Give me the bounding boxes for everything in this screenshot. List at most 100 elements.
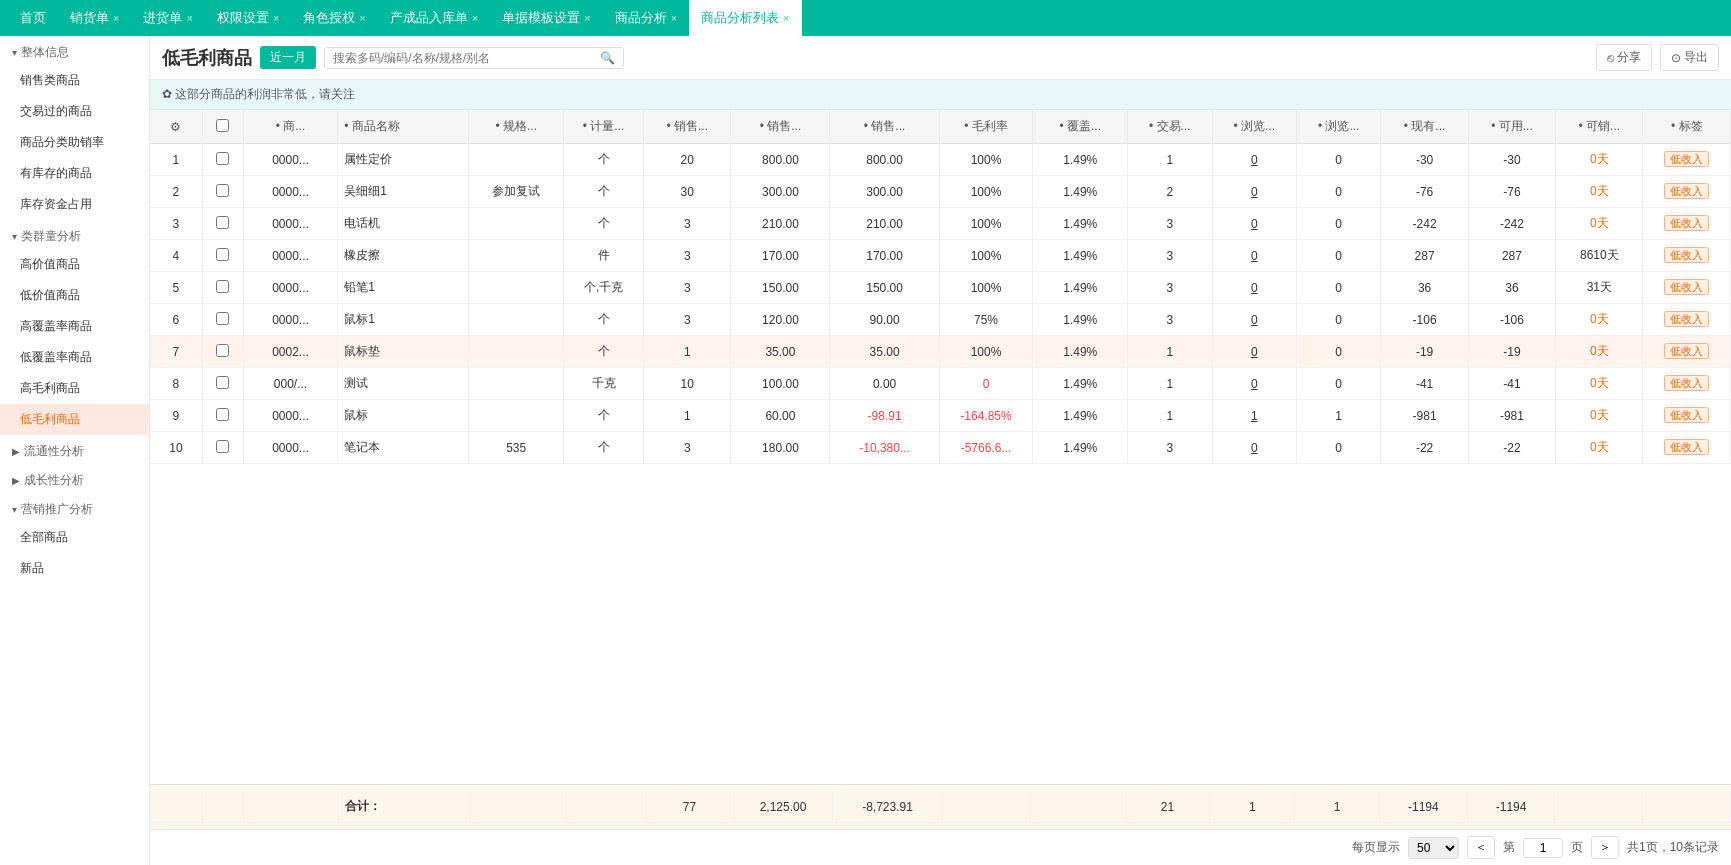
nav-item-sales[interactable]: 销货单 ×	[58, 0, 131, 36]
nav-item-product-in[interactable]: 产成品入库单 ×	[378, 0, 490, 36]
row-tag: 低收入	[1643, 400, 1731, 432]
close-icon[interactable]: ×	[273, 12, 279, 24]
sidebar-item-high-coverage[interactable]: 高覆盖率商品	[0, 311, 149, 342]
sidebar-item-low-value[interactable]: 低价值商品	[0, 280, 149, 311]
close-icon[interactable]: ×	[359, 12, 365, 24]
row-view1[interactable]: 0	[1212, 144, 1296, 176]
export-button[interactable]: ⊙ 导出	[1660, 44, 1719, 71]
sidebar-item-new-products[interactable]: 新品	[0, 553, 149, 584]
sidebar-item-traded-products[interactable]: 交易过的商品	[0, 96, 149, 127]
margin-col-header[interactable]: • 毛利率	[939, 110, 1033, 144]
nav-item-permission[interactable]: 权限设置 ×	[205, 0, 291, 36]
row-check[interactable]	[202, 208, 243, 240]
stock-col-header[interactable]: • 现有...	[1381, 110, 1468, 144]
time-filter-button[interactable]: 近一月	[260, 46, 316, 69]
page-size-select[interactable]: 50 20 100	[1408, 837, 1459, 859]
row-view1[interactable]: 0	[1212, 304, 1296, 336]
row-check[interactable]	[202, 400, 243, 432]
row-check[interactable]	[202, 144, 243, 176]
row-view1[interactable]: 0	[1212, 432, 1296, 464]
unit-col-header[interactable]: • 计量...	[564, 110, 644, 144]
sidebar-group-cluster[interactable]: ▾ 类群童分析	[0, 220, 149, 249]
row-margin: 100%	[939, 144, 1033, 176]
row-check[interactable]	[202, 240, 243, 272]
sidebar-item-all-products[interactable]: 全部商品	[0, 522, 149, 553]
sidebar-group-marketing[interactable]: ▾ 营销推广分析	[0, 493, 149, 522]
row-unit: 个	[564, 176, 644, 208]
row-view1[interactable]: 0	[1212, 208, 1296, 240]
row-sellable: 31天	[1556, 272, 1643, 304]
check-col-header[interactable]	[202, 110, 243, 144]
sidebar-item-low-margin[interactable]: 低毛利商品	[0, 404, 149, 435]
next-page-button[interactable]: ＞	[1591, 836, 1619, 859]
spec-col-header[interactable]: • 规格...	[469, 110, 564, 144]
avail-col-header[interactable]: • 可用...	[1468, 110, 1555, 144]
row-check[interactable]	[202, 272, 243, 304]
row-check[interactable]	[202, 304, 243, 336]
row-checkbox[interactable]	[216, 280, 229, 293]
sidebar-group-growth[interactable]: ▶ 成长性分析	[0, 464, 149, 493]
row-unit: 个	[564, 208, 644, 240]
sidebar-item-high-value[interactable]: 高价值商品	[0, 249, 149, 280]
row-check[interactable]	[202, 176, 243, 208]
sidebar-item-low-coverage[interactable]: 低覆盖率商品	[0, 342, 149, 373]
sidebar-group-overall[interactable]: ▾ 整体信息	[0, 36, 149, 65]
sales-price-col-header[interactable]: • 销售...	[731, 110, 830, 144]
close-icon[interactable]: ×	[783, 12, 789, 24]
sidebar-item-category-sales[interactable]: 商品分类助销率	[0, 127, 149, 158]
row-checkbox[interactable]	[216, 152, 229, 165]
sales-qty-col-header[interactable]: • 销售...	[644, 110, 731, 144]
row-view1[interactable]: 0	[1212, 336, 1296, 368]
row-spec	[469, 240, 564, 272]
row-checkbox[interactable]	[216, 408, 229, 421]
nav-item-template[interactable]: 单据模板设置 ×	[490, 0, 602, 36]
nav-item-analysis[interactable]: 商品分析 ×	[603, 0, 689, 36]
row-check[interactable]	[202, 336, 243, 368]
nav-item-purchase[interactable]: 进货单 ×	[131, 0, 204, 36]
row-checkbox[interactable]	[216, 344, 229, 357]
tag-col-header[interactable]: • 标签	[1643, 110, 1731, 144]
nav-item-home[interactable]: 首页	[8, 0, 58, 36]
row-view1[interactable]: 0	[1212, 272, 1296, 304]
sellable-col-header[interactable]: • 可销...	[1556, 110, 1643, 144]
sidebar-item-high-margin[interactable]: 高毛利商品	[0, 373, 149, 404]
code-col-header[interactable]: • 商...	[243, 110, 338, 144]
row-checkbox[interactable]	[216, 184, 229, 197]
cover-col-header[interactable]: • 覆盖...	[1033, 110, 1128, 144]
nav-item-role[interactable]: 角色授权 ×	[291, 0, 377, 36]
sales-amt-col-header[interactable]: • 销售...	[830, 110, 939, 144]
sidebar-group-flow[interactable]: ▶ 流通性分析	[0, 435, 149, 464]
settings-col-header[interactable]: ⚙	[150, 110, 202, 144]
close-icon[interactable]: ×	[671, 12, 677, 24]
close-icon[interactable]: ×	[472, 12, 478, 24]
row-view1[interactable]: 1	[1212, 400, 1296, 432]
table-container[interactable]: ⚙ • 商... • 商品名称 • 规格...	[150, 110, 1731, 784]
sidebar-item-sales-products[interactable]: 销售类商品	[0, 65, 149, 96]
page-number-input[interactable]	[1523, 838, 1563, 858]
row-check[interactable]	[202, 368, 243, 400]
sidebar-item-in-stock[interactable]: 有库存的商品	[0, 158, 149, 189]
row-view1[interactable]: 0	[1212, 176, 1296, 208]
view1-col-header[interactable]: • 浏览...	[1212, 110, 1296, 144]
row-view1[interactable]: 0	[1212, 240, 1296, 272]
trade-col-header[interactable]: • 交易...	[1128, 110, 1212, 144]
select-all-checkbox[interactable]	[216, 119, 229, 132]
close-icon[interactable]: ×	[584, 12, 590, 24]
row-checkbox[interactable]	[216, 312, 229, 325]
row-checkbox[interactable]	[216, 440, 229, 453]
row-view1[interactable]: 0	[1212, 368, 1296, 400]
row-checkbox[interactable]	[216, 376, 229, 389]
close-icon[interactable]: ×	[186, 12, 192, 24]
search-input[interactable]	[333, 51, 600, 65]
name-col-header[interactable]: • 商品名称	[338, 110, 469, 144]
row-checkbox[interactable]	[216, 216, 229, 229]
share-button[interactable]: ⎋ 分享	[1596, 44, 1652, 71]
view2-col-header[interactable]: • 浏览...	[1296, 110, 1380, 144]
row-check[interactable]	[202, 432, 243, 464]
sidebar-item-stock-capital[interactable]: 库存资金占用	[0, 189, 149, 220]
row-checkbox[interactable]	[216, 248, 229, 261]
search-icon[interactable]: 🔍	[600, 51, 615, 65]
close-icon[interactable]: ×	[113, 12, 119, 24]
nav-item-analysis-list[interactable]: 商品分析列表 ×	[689, 0, 801, 36]
prev-page-button[interactable]: ＜	[1467, 836, 1495, 859]
